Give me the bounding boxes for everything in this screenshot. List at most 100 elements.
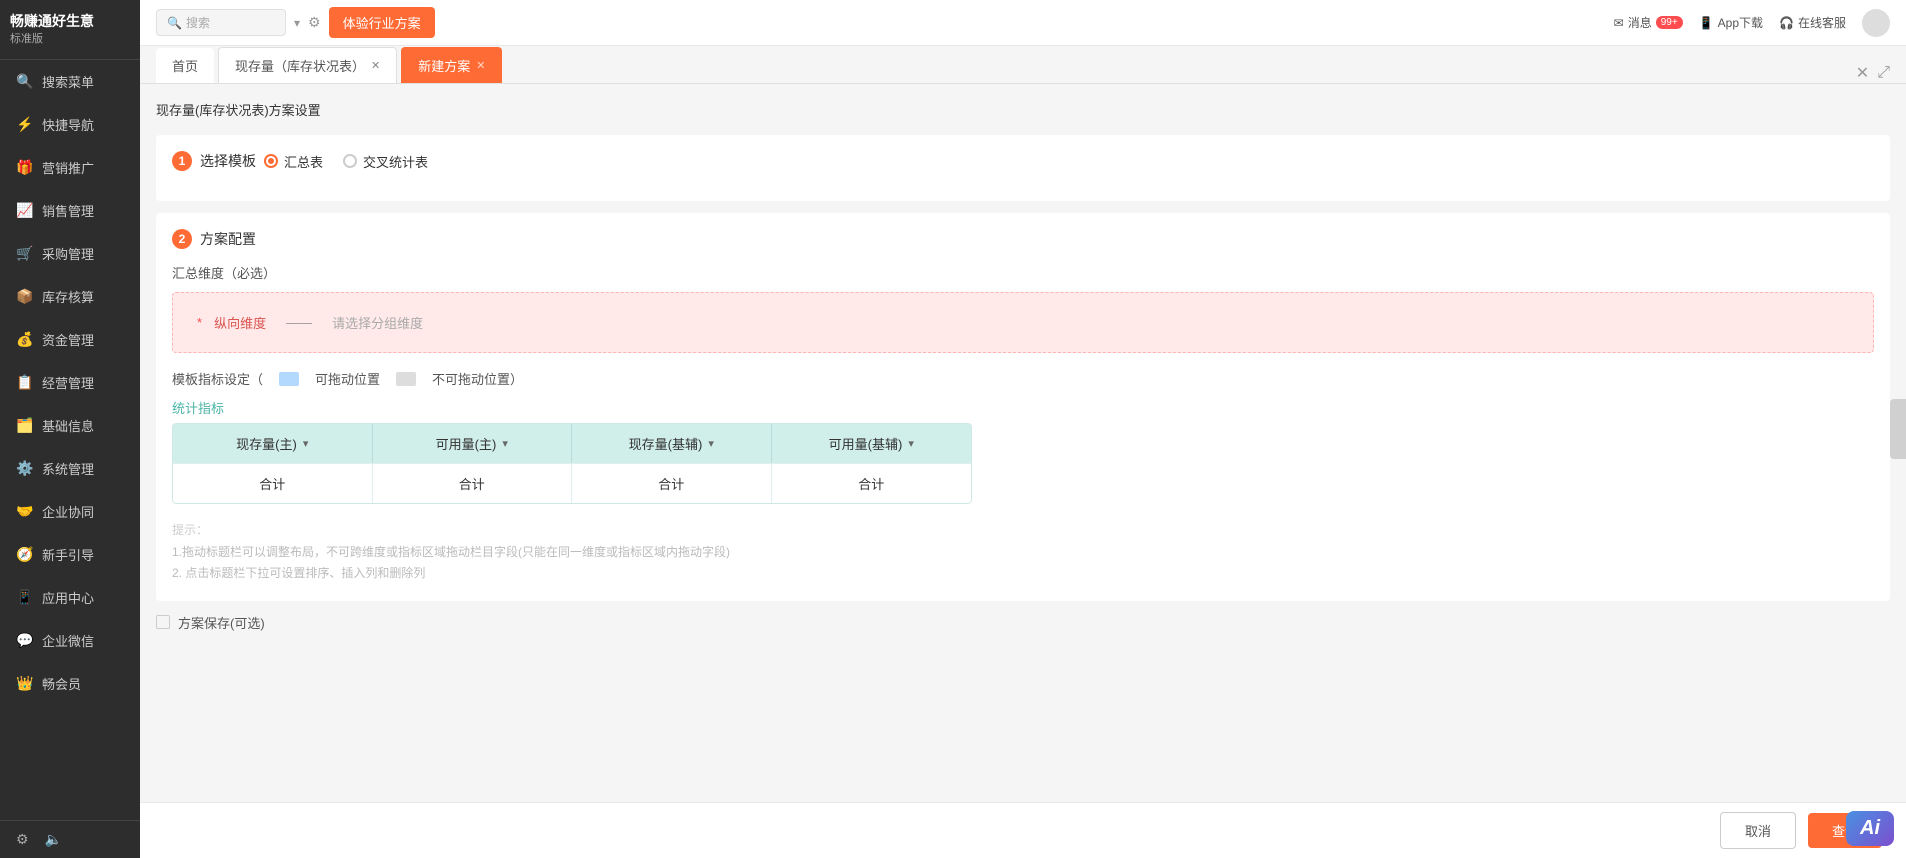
operations-icon: 📋 [16,373,34,391]
save-label: 方案保存(可选) [178,613,265,632]
tabbar: 首页 现存量（库存状况表） ✕ 新建方案 ✕ ✕ ⤢ [140,46,1906,84]
col-available-aux-label: 可用量(基辅) [829,434,903,453]
tab-home[interactable]: 首页 [156,48,214,83]
col-available-main-label: 可用量(主) [436,434,497,453]
avatar[interactable] [1862,9,1890,37]
sidebar-item-sales[interactable]: 📈 销售管理 [0,189,140,232]
sales-icon: 📈 [16,201,34,219]
search-placeholder: 搜索 [186,14,210,31]
cell-0-0: 合计 [173,463,373,503]
indicator-row: 模板指标设定（ 可拖动位置 不可拖动位置） [172,369,1874,388]
online-service-label: 在线客服 [1798,14,1846,31]
app-logo: 畅赚通好生意 标准版 [0,0,140,60]
footer: 取消 查询 [140,802,1906,858]
system-icon: ⚙️ [16,459,34,477]
finance-icon: 💰 [16,330,34,348]
sidebar-item-search-menu[interactable]: 🔍 搜索菜单 [0,60,140,103]
app-center-icon: 📱 [16,588,34,606]
ai-badge[interactable]: Ai [1846,811,1894,846]
col-available-main-dropdown-icon[interactable]: ▾ [502,437,508,450]
sidebar-item-label: 销售管理 [42,201,94,220]
purchase-icon: 🛒 [16,244,34,262]
sidebar-item-label: 企业协同 [42,502,94,521]
step1-badge: 1 [172,151,192,171]
sidebar-item-inventory[interactable]: 📦 库存核算 [0,275,140,318]
sidebar-item-wechat[interactable]: 💬 企业微信 [0,619,140,662]
sidebar-item-system[interactable]: ⚙️ 系统管理 [0,447,140,490]
tips: 提示： 1.拖动标题栏可以调整布局，不可跨维度或指标区域拖动栏目字段(只能在同一… [172,520,1874,585]
sidebar-item-app-center[interactable]: 📱 应用中心 [0,576,140,619]
close-window-icon[interactable]: ✕ [1856,63,1869,83]
sidebar-item-marketing[interactable]: 🎁 营销推广 [0,146,140,189]
col-present-main-label: 现存量(主) [236,434,297,453]
radio-cross[interactable]: 交叉统计表 [343,152,428,171]
topbar-right: ✉ 消息 99+ 📱 App下载 🎧 在线客服 [1614,9,1890,37]
search-box[interactable]: 🔍 搜索 [156,9,286,36]
trial-button[interactable]: 体验行业方案 [329,7,435,38]
settings-icon[interactable]: ⚙ [16,831,29,848]
sidebar-item-basic-info[interactable]: 🗂️ 基础信息 [0,404,140,447]
sidebar: 畅赚通好生意 标准版 🔍 搜索菜单 ⚡ 快捷导航 🎁 营销推广 📈 销售管理 🛒… [0,0,140,858]
sidebar-item-label: 新手引导 [42,545,94,564]
stats-table-header: 现存量(主) ▾ 可用量(主) ▾ 现存量(基辅) ▾ 可用量(基辅) [173,424,971,463]
sidebar-item-label: 搜索菜单 [42,72,94,91]
col-header-present-main[interactable]: 现存量(主) ▾ [173,424,373,463]
app-download-button[interactable]: 📱 App下载 [1699,14,1763,31]
sidebar-item-label: 营销推广 [42,158,94,177]
topbar: 🔍 搜索 ▾ ⚙ 体验行业方案 ✉ 消息 99+ 📱 App下载 🎧 在线客服 [140,0,1906,46]
sidebar-nav: 🔍 搜索菜单 ⚡ 快捷导航 🎁 营销推广 📈 销售管理 🛒 采购管理 📦 库存核… [0,60,140,820]
non-draggable-label: 不可拖动位置） [432,369,523,388]
col-header-available-main[interactable]: 可用量(主) ▾ [373,424,573,463]
step2-section: 2 方案配置 汇总维度（必选） * 纵向维度 —— 请选择分组维度 模板指标设定… [156,213,1890,601]
stats-table-row: 合计 合计 合计 合计 [173,463,971,503]
online-service-button[interactable]: 🎧 在线客服 [1779,14,1846,31]
draggable-indicator-box [279,372,299,386]
sidebar-item-purchase[interactable]: 🛒 采购管理 [0,232,140,275]
tip-item-1: 1.拖动标题栏可以调整布局，不可跨维度或指标区域拖动栏目字段(只能在同一维度或指… [172,542,1874,564]
sidebar-item-label: 应用中心 [42,588,94,607]
sidebar-item-newbie[interactable]: 🧭 新手引导 [0,533,140,576]
col-present-main-dropdown-icon[interactable]: ▾ [303,437,309,450]
content-area: 现存量(库存状况表)方案设置 1 选择模板 汇总表 交叉统计表 [140,84,1906,802]
dim-area[interactable]: * 纵向维度 —— 请选择分组维度 [172,292,1874,353]
tab-new-plan[interactable]: 新建方案 ✕ [401,47,502,83]
sound-icon[interactable]: 🔈 [45,831,62,848]
col-header-present-aux[interactable]: 现存量(基辅) ▾ [572,424,772,463]
draggable-label: 可拖动位置 [315,369,380,388]
enterprise-icon: 🤝 [16,502,34,520]
radio-summary-circle [264,154,278,168]
tab-inventory-status-close[interactable]: ✕ [371,59,380,72]
sidebar-item-quick-nav[interactable]: ⚡ 快捷导航 [0,103,140,146]
tips-title: 提示： [172,523,208,537]
right-scroll-indicator[interactable] [1890,399,1906,459]
sidebar-item-finance[interactable]: 💰 资金管理 [0,318,140,361]
basic-info-icon: 🗂️ [16,416,34,434]
col-header-available-aux[interactable]: 可用量(基辅) ▾ [772,424,972,463]
sidebar-item-member[interactable]: 👑 畅会员 [0,662,140,705]
sidebar-item-operations[interactable]: 📋 经营管理 [0,361,140,404]
tab-new-plan-label: 新建方案 [418,56,470,75]
sidebar-footer: ⚙ 🔈 [0,820,140,858]
expand-window-icon[interactable]: ⤢ [1877,64,1890,82]
sidebar-item-label: 畅会员 [42,674,81,693]
save-checkbox[interactable] [156,615,170,629]
tab-new-plan-close[interactable]: ✕ [476,59,485,72]
stats-table: 现存量(主) ▾ 可用量(主) ▾ 现存量(基辅) ▾ 可用量(基辅) [172,423,972,504]
stats-label: 统计指标 [172,398,1874,417]
messages-button[interactable]: ✉ 消息 99+ [1614,14,1683,31]
gear-icon[interactable]: ⚙ [308,14,321,31]
dim-label: 汇总维度（必选） [172,263,1874,282]
phone-icon: 📱 [1699,16,1714,30]
chevron-down-icon[interactable]: ▾ [294,16,300,30]
page-title: 现存量(库存状况表)方案设置 [156,100,1890,119]
sidebar-item-label: 企业微信 [42,631,94,650]
cancel-button[interactable]: 取消 [1720,812,1796,849]
sidebar-item-label: 采购管理 [42,244,94,263]
sidebar-item-enterprise[interactable]: 🤝 企业协同 [0,490,140,533]
radio-summary[interactable]: 汇总表 [264,152,323,171]
required-star: * [197,315,202,330]
step1-title: 选择模板 [200,151,256,171]
col-available-aux-dropdown-icon[interactable]: ▾ [908,437,914,450]
col-present-aux-dropdown-icon[interactable]: ▾ [708,437,714,450]
tab-inventory-status[interactable]: 现存量（库存状况表） ✕ [218,47,397,83]
